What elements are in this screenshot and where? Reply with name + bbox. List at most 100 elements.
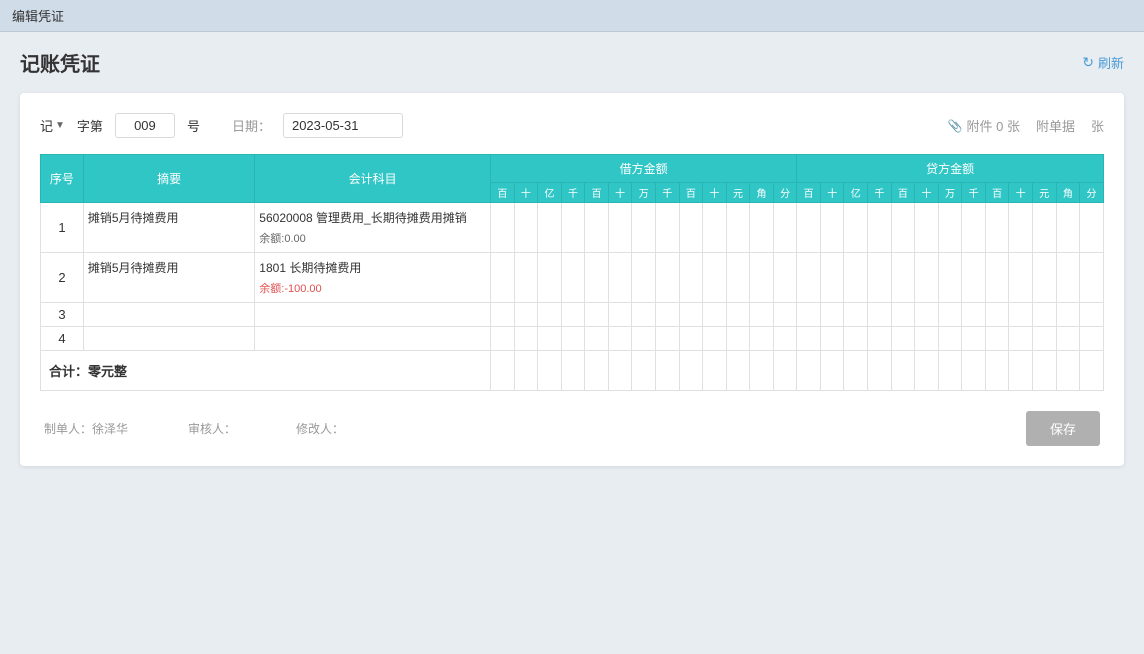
debit-digit-3-11[interactable] bbox=[726, 303, 750, 327]
credit-digit-3-7[interactable] bbox=[938, 303, 962, 327]
debit-digit-4-2[interactable] bbox=[514, 327, 538, 351]
save-button[interactable]: 保存 bbox=[1026, 411, 1100, 446]
debit-digit-2-7[interactable] bbox=[632, 253, 656, 303]
attachment-doc[interactable]: 附单据 bbox=[1036, 116, 1075, 135]
credit-digit-1-9[interactable] bbox=[985, 203, 1009, 253]
credit-digit-1-5[interactable] bbox=[891, 203, 915, 253]
credit-digit-3-1[interactable] bbox=[797, 303, 821, 327]
credit-digit-1-10[interactable] bbox=[1009, 203, 1033, 253]
debit-digit-1-11[interactable] bbox=[726, 203, 750, 253]
credit-digit-3-5[interactable] bbox=[891, 303, 915, 327]
credit-digit-3-10[interactable] bbox=[1009, 303, 1033, 327]
debit-digit-2-13[interactable] bbox=[773, 253, 797, 303]
debit-digit-2-12[interactable] bbox=[750, 253, 774, 303]
credit-digit-2-8[interactable] bbox=[962, 253, 986, 303]
debit-digit-1-6[interactable] bbox=[608, 203, 632, 253]
debit-digit-3-2[interactable] bbox=[514, 303, 538, 327]
credit-digit-4-9[interactable] bbox=[985, 327, 1009, 351]
credit-digit-1-2[interactable] bbox=[820, 203, 844, 253]
debit-digit-2-5[interactable] bbox=[585, 253, 609, 303]
debit-digit-3-7[interactable] bbox=[632, 303, 656, 327]
row-summary-4[interactable] bbox=[83, 327, 254, 351]
debit-digit-4-13[interactable] bbox=[773, 327, 797, 351]
debit-digit-1-7[interactable] bbox=[632, 203, 656, 253]
table-row[interactable]: 4 bbox=[41, 327, 1104, 351]
debit-digit-3-3[interactable] bbox=[538, 303, 562, 327]
debit-digit-4-6[interactable] bbox=[608, 327, 632, 351]
row-summary-3[interactable] bbox=[83, 303, 254, 327]
credit-digit-4-6[interactable] bbox=[915, 327, 939, 351]
credit-digit-3-9[interactable] bbox=[985, 303, 1009, 327]
credit-digit-3-6[interactable] bbox=[915, 303, 939, 327]
credit-digit-3-4[interactable] bbox=[868, 303, 892, 327]
debit-digit-3-9[interactable] bbox=[679, 303, 703, 327]
table-row[interactable]: 2摊销5月待摊费用1801 长期待摊费用余额:-100.00 bbox=[41, 253, 1104, 303]
credit-digit-3-3[interactable] bbox=[844, 303, 868, 327]
credit-digit-1-3[interactable] bbox=[844, 203, 868, 253]
debit-digit-4-3[interactable] bbox=[538, 327, 562, 351]
debit-digit-3-13[interactable] bbox=[773, 303, 797, 327]
debit-digit-1-4[interactable] bbox=[561, 203, 585, 253]
debit-digit-1-8[interactable] bbox=[655, 203, 679, 253]
debit-digit-2-8[interactable] bbox=[655, 253, 679, 303]
credit-digit-1-1[interactable] bbox=[797, 203, 821, 253]
credit-digit-4-13[interactable] bbox=[1080, 327, 1104, 351]
debit-digit-2-1[interactable] bbox=[491, 253, 515, 303]
credit-digit-1-4[interactable] bbox=[868, 203, 892, 253]
credit-digit-1-13[interactable] bbox=[1080, 203, 1104, 253]
credit-digit-4-1[interactable] bbox=[797, 327, 821, 351]
credit-digit-4-12[interactable] bbox=[1056, 327, 1080, 351]
debit-digit-3-4[interactable] bbox=[561, 303, 585, 327]
row-account-3[interactable] bbox=[255, 303, 491, 327]
credit-digit-4-5[interactable] bbox=[891, 327, 915, 351]
debit-digit-2-9[interactable] bbox=[679, 253, 703, 303]
debit-digit-4-7[interactable] bbox=[632, 327, 656, 351]
row-summary-2[interactable]: 摊销5月待摊费用 bbox=[83, 253, 254, 303]
debit-digit-3-10[interactable] bbox=[703, 303, 727, 327]
debit-digit-2-10[interactable] bbox=[703, 253, 727, 303]
credit-digit-1-11[interactable] bbox=[1032, 203, 1056, 253]
debit-digit-4-4[interactable] bbox=[561, 327, 585, 351]
debit-digit-2-11[interactable] bbox=[726, 253, 750, 303]
credit-digit-3-13[interactable] bbox=[1080, 303, 1104, 327]
credit-digit-2-4[interactable] bbox=[868, 253, 892, 303]
refresh-button[interactable]: ↻ 刷新 bbox=[1082, 53, 1124, 72]
voucher-number-input[interactable] bbox=[115, 113, 175, 138]
credit-digit-2-9[interactable] bbox=[985, 253, 1009, 303]
debit-digit-1-2[interactable] bbox=[514, 203, 538, 253]
debit-digit-4-1[interactable] bbox=[491, 327, 515, 351]
credit-digit-3-12[interactable] bbox=[1056, 303, 1080, 327]
type-select[interactable]: 记 ▼ bbox=[40, 116, 65, 135]
row-account-4[interactable] bbox=[255, 327, 491, 351]
credit-digit-3-8[interactable] bbox=[962, 303, 986, 327]
credit-digit-2-12[interactable] bbox=[1056, 253, 1080, 303]
credit-digit-4-7[interactable] bbox=[938, 327, 962, 351]
credit-digit-2-10[interactable] bbox=[1009, 253, 1033, 303]
credit-digit-2-11[interactable] bbox=[1032, 253, 1056, 303]
credit-digit-4-8[interactable] bbox=[962, 327, 986, 351]
debit-digit-2-6[interactable] bbox=[608, 253, 632, 303]
debit-digit-4-10[interactable] bbox=[703, 327, 727, 351]
row-account-2[interactable]: 1801 长期待摊费用余额:-100.00 bbox=[255, 253, 491, 303]
credit-digit-1-7[interactable] bbox=[938, 203, 962, 253]
debit-digit-4-5[interactable] bbox=[585, 327, 609, 351]
credit-digit-1-12[interactable] bbox=[1056, 203, 1080, 253]
debit-digit-4-11[interactable] bbox=[726, 327, 750, 351]
date-input[interactable] bbox=[283, 113, 403, 138]
debit-digit-3-5[interactable] bbox=[585, 303, 609, 327]
dropdown-arrow-icon[interactable]: ▼ bbox=[55, 120, 65, 131]
debit-digit-1-10[interactable] bbox=[703, 203, 727, 253]
credit-digit-2-2[interactable] bbox=[820, 253, 844, 303]
debit-digit-1-5[interactable] bbox=[585, 203, 609, 253]
debit-digit-3-12[interactable] bbox=[750, 303, 774, 327]
credit-digit-1-8[interactable] bbox=[962, 203, 986, 253]
credit-digit-4-11[interactable] bbox=[1032, 327, 1056, 351]
debit-digit-2-2[interactable] bbox=[514, 253, 538, 303]
credit-digit-4-3[interactable] bbox=[844, 327, 868, 351]
debit-digit-2-3[interactable] bbox=[538, 253, 562, 303]
debit-digit-3-1[interactable] bbox=[491, 303, 515, 327]
debit-digit-4-12[interactable] bbox=[750, 327, 774, 351]
credit-digit-4-4[interactable] bbox=[868, 327, 892, 351]
credit-digit-4-10[interactable] bbox=[1009, 327, 1033, 351]
credit-digit-2-7[interactable] bbox=[938, 253, 962, 303]
